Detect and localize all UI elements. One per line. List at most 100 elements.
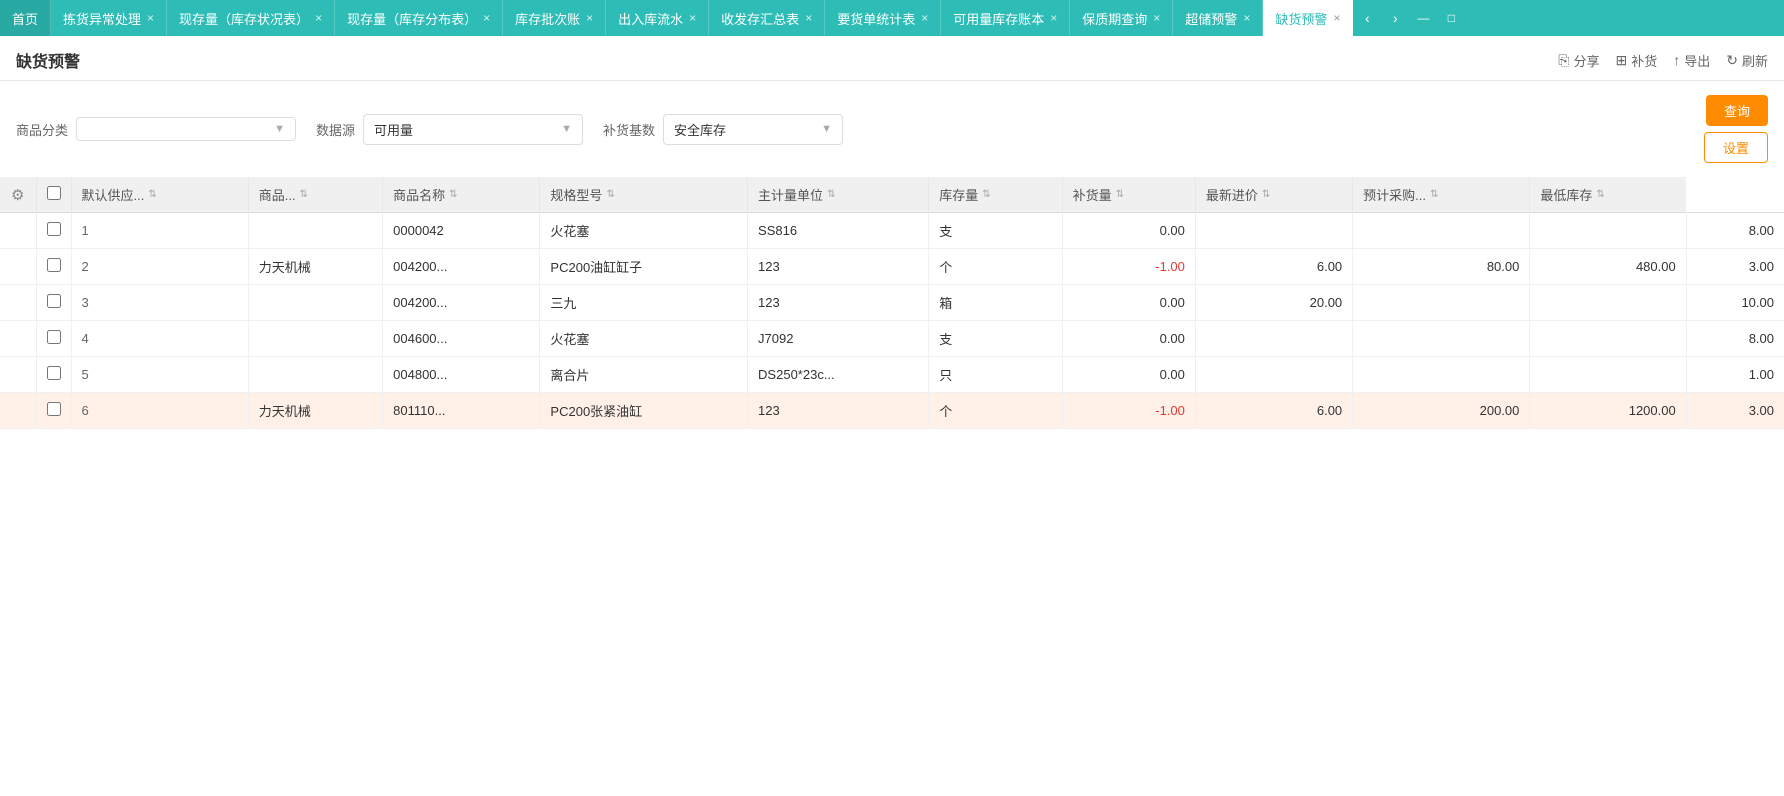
page-header: 缺货预警 ⎘ 分享 ⊞ 补货 ↑ 导出 ↻ 刷新 xyxy=(0,36,1784,81)
row-product-name: 离合片 xyxy=(540,357,748,393)
row-num: 3 xyxy=(71,285,248,321)
tab-chaochuyujing[interactable]: 超储预警 × xyxy=(1173,0,1263,36)
tab-close-icon[interactable]: × xyxy=(1333,12,1340,24)
tab-close-icon[interactable]: × xyxy=(483,12,490,24)
tab-keyongliang[interactable]: 可用量库存账本 × xyxy=(941,0,1070,36)
tab-xiancunliang2[interactable]: 现存量（库存分布表） × xyxy=(335,0,503,36)
page-title: 缺货预警 xyxy=(16,48,80,72)
th-latest-price: 最新进价 ⇅ xyxy=(1195,177,1352,213)
table-container: ⚙ 默认供应... ⇅ 商品... ⇅ xyxy=(0,177,1784,429)
tab-kucun[interactable]: 库存批次账 × xyxy=(503,0,606,36)
row-replenish-qty xyxy=(1195,357,1352,393)
tab-close-icon[interactable]: × xyxy=(921,12,928,24)
row-default-supplier: 力天机械 xyxy=(248,249,382,285)
th-min-stock: 最低库存 ⇅ xyxy=(1530,177,1686,213)
row-min-stock: 1.00 xyxy=(1686,357,1784,393)
th-spec: 规格型号 ⇅ xyxy=(540,177,748,213)
tab-prev-button[interactable]: ‹ xyxy=(1353,0,1381,36)
tab-yaohuo[interactable]: 要货单统计表 × xyxy=(825,0,941,36)
row-stock: 0.00 xyxy=(1062,213,1195,249)
row-stock: 0.00 xyxy=(1062,357,1195,393)
tab-close-icon[interactable]: × xyxy=(805,12,812,24)
row-gear-cell xyxy=(0,249,36,285)
settings-button[interactable]: 设置 xyxy=(1704,132,1768,163)
table-row: 2 力天机械 004200... PC200油缸缸子 123 个 -1.00 6… xyxy=(0,249,1784,285)
row-checkbox[interactable] xyxy=(47,330,61,344)
row-estimated-purchase: 1200.00 xyxy=(1530,393,1686,429)
query-button[interactable]: 查询 xyxy=(1706,95,1768,126)
row-stock: -1.00 xyxy=(1062,393,1195,429)
row-stock: 0.00 xyxy=(1062,321,1195,357)
category-select[interactable]: ▼ xyxy=(76,117,296,141)
refresh-button[interactable]: ↻ 刷新 xyxy=(1726,51,1768,70)
tab-jianhuo[interactable]: 拣货异常处理 × xyxy=(51,0,167,36)
sort-icon: ⇅ xyxy=(606,189,614,200)
tab-baozhi[interactable]: 保质期查询 × xyxy=(1070,0,1173,36)
row-gear-cell xyxy=(0,357,36,393)
tab-close-icon[interactable]: × xyxy=(315,12,322,24)
tab-minimize-button[interactable]: — xyxy=(1409,0,1437,36)
th-product-name: 商品名称 ⇅ xyxy=(383,177,540,213)
row-product-name: PC200张紧油缸 xyxy=(540,393,748,429)
gear-icon[interactable]: ⚙ xyxy=(11,187,24,204)
tab-churuku[interactable]: 出入库流水 × xyxy=(606,0,709,36)
category-filter-group: 商品分类 ▼ xyxy=(16,117,296,141)
row-checkbox[interactable] xyxy=(47,402,61,416)
row-unit: 支 xyxy=(929,321,1062,357)
row-spec: 123 xyxy=(748,285,929,321)
row-num: 1 xyxy=(71,213,248,249)
tab-shoufacun[interactable]: 收发存汇总表 × xyxy=(709,0,825,36)
row-min-stock: 3.00 xyxy=(1686,393,1784,429)
replenish-select[interactable]: 安全库存 ▼ xyxy=(663,114,843,145)
row-latest-price xyxy=(1353,213,1530,249)
tab-close-icon[interactable]: × xyxy=(1243,12,1250,24)
tab-quehuo[interactable]: 缺货预警 × xyxy=(1263,0,1353,36)
row-checkbox[interactable] xyxy=(47,222,61,236)
th-checkbox xyxy=(36,177,71,213)
row-stock: 0.00 xyxy=(1062,285,1195,321)
replenish-button[interactable]: ⊞ 补货 xyxy=(1615,51,1657,70)
tab-home[interactable]: 首页 xyxy=(0,0,51,36)
row-unit: 个 xyxy=(929,393,1062,429)
row-product-code: 004600... xyxy=(383,321,540,357)
select-all-checkbox[interactable] xyxy=(47,186,61,200)
row-checkbox[interactable] xyxy=(47,258,61,272)
row-checkbox-cell xyxy=(36,321,71,357)
tab-close-icon[interactable]: × xyxy=(1153,12,1160,24)
row-checkbox[interactable] xyxy=(47,366,61,380)
datasource-value: 可用量 xyxy=(374,120,413,139)
row-checkbox[interactable] xyxy=(47,294,61,308)
tab-next-button[interactable]: › xyxy=(1381,0,1409,36)
row-unit: 只 xyxy=(929,357,1062,393)
row-default-supplier xyxy=(248,213,382,249)
row-min-stock: 10.00 xyxy=(1686,285,1784,321)
tab-close-icon[interactable]: × xyxy=(1050,12,1057,24)
tab-close-icon[interactable]: × xyxy=(586,12,593,24)
table-row: 4 004600... 火花塞 J7092 支 0.00 8.00 xyxy=(0,321,1784,357)
datasource-select[interactable]: 可用量 ▼ xyxy=(363,114,583,145)
replenish-filter-group: 补货基数 安全库存 ▼ xyxy=(603,114,843,145)
row-estimated-purchase xyxy=(1530,321,1686,357)
table-header-row: ⚙ 默认供应... ⇅ 商品... ⇅ xyxy=(0,177,1784,213)
row-checkbox-cell xyxy=(36,285,71,321)
share-button[interactable]: ⎘ 分享 xyxy=(1558,51,1599,70)
sort-icon: ⇅ xyxy=(1262,189,1270,200)
tab-close-icon[interactable]: × xyxy=(689,12,696,24)
tab-maximize-button[interactable]: □ xyxy=(1437,0,1465,36)
th-estimated-purchase: 预计采购... ⇅ xyxy=(1353,177,1530,213)
row-checkbox-cell xyxy=(36,249,71,285)
row-num: 4 xyxy=(71,321,248,357)
row-default-supplier: 力天机械 xyxy=(248,393,382,429)
tab-close-icon[interactable]: × xyxy=(147,12,154,24)
row-min-stock: 8.00 xyxy=(1686,213,1784,249)
sort-icon: ⇅ xyxy=(982,189,990,200)
row-product-code: 0000042 xyxy=(383,213,540,249)
row-checkbox-cell xyxy=(36,213,71,249)
row-product-name: 火花塞 xyxy=(540,213,748,249)
datasource-label: 数据源 xyxy=(316,120,355,139)
filter-bar: 商品分类 ▼ 数据源 可用量 ▼ 补货基数 安全库存 ▼ 查询 设置 xyxy=(0,81,1784,177)
row-checkbox-cell xyxy=(36,357,71,393)
row-estimated-purchase: 480.00 xyxy=(1530,249,1686,285)
export-button[interactable]: ↑ 导出 xyxy=(1673,51,1710,70)
tab-xiancunliang1[interactable]: 现存量（库存状况表） × xyxy=(167,0,335,36)
